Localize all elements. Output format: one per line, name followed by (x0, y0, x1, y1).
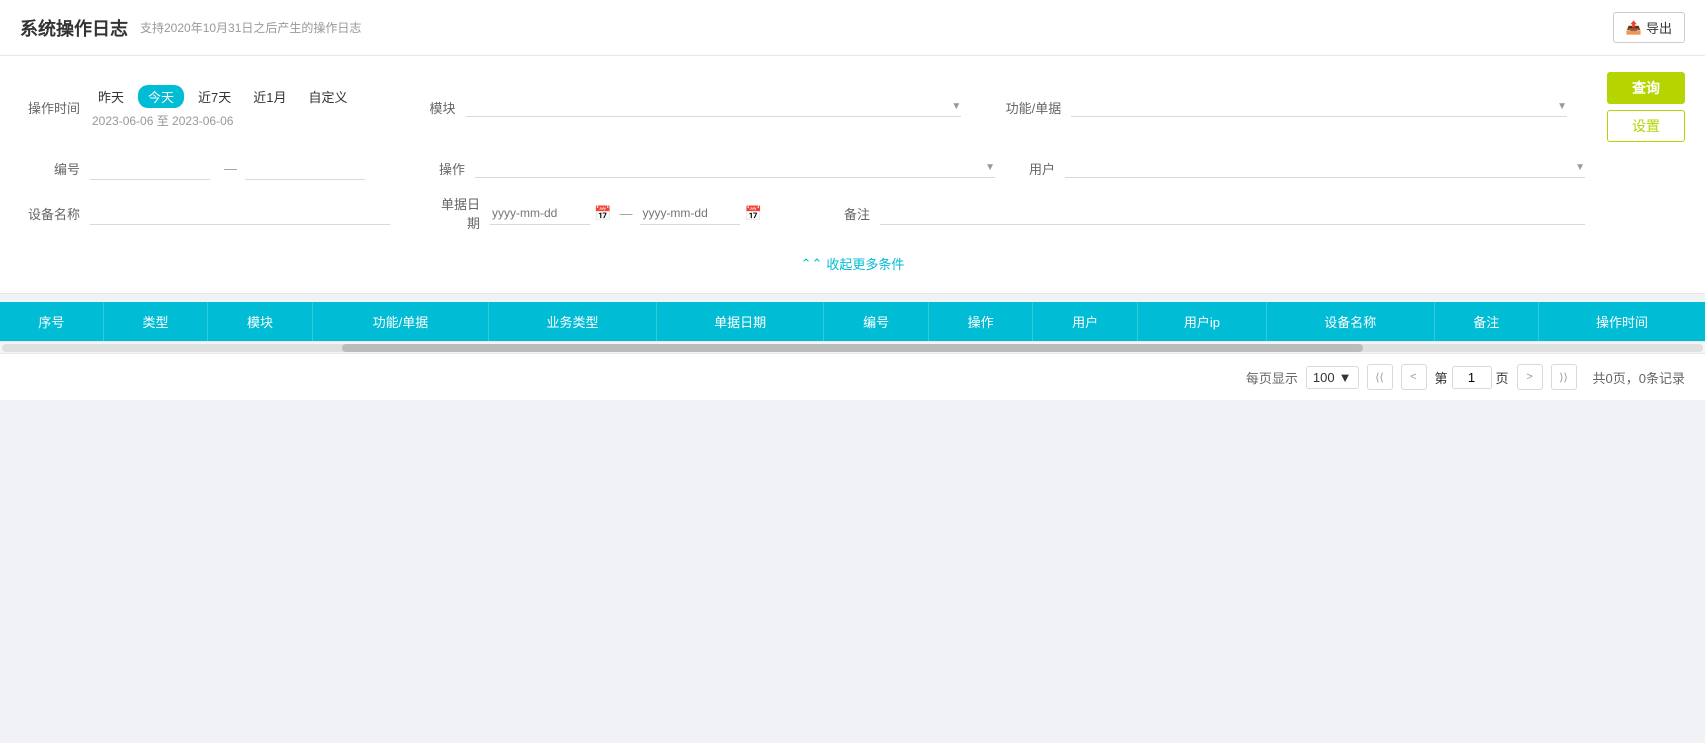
user-dropdown[interactable]: ▼ (1065, 158, 1585, 178)
number-input-start[interactable] (90, 156, 210, 180)
page-label: 第 (1435, 368, 1448, 387)
time-label: 操作时间 (20, 98, 90, 117)
function-arrow-icon: ▼ (1557, 101, 1567, 112)
first-page-button[interactable]: ⟨⟨ (1367, 364, 1393, 390)
calendar-end-icon[interactable]: 📅 (744, 205, 761, 222)
table-header-cell: 序号 (0, 302, 103, 341)
remark-label: 备注 (840, 204, 880, 223)
number-input-end[interactable] (245, 156, 365, 180)
page-suffix: 页 (1496, 368, 1509, 387)
collapse-chevron-icon: ⌃⌃ (801, 256, 823, 272)
time-btn-1month[interactable]: 近1月 (245, 85, 294, 108)
table-header: 序号类型模块功能/单据业务类型单据日期编号操作用户用户ip设备名称备注操作时间 (0, 302, 1705, 341)
time-btn-yesterday[interactable]: 昨天 (90, 85, 132, 108)
device-input[interactable] (90, 201, 390, 225)
time-range: 2023-06-06 至 2023-06-06 (92, 112, 356, 129)
page-title: 系统操作日志 (20, 15, 128, 41)
table-header-cell: 设备名称 (1266, 302, 1434, 341)
time-filter-group: 昨天 今天 近7天 近1月 自定义 2023-06-06 至 2023-06-0… (90, 85, 356, 129)
title-area: 系统操作日志 支持2020年10月31日之后产生的操作日志 (20, 15, 361, 41)
next-page-icon: > (1526, 371, 1532, 383)
date-input-start[interactable] (490, 202, 590, 225)
device-label: 设备名称 (20, 204, 90, 223)
table-header-cell: 编号 (824, 302, 928, 341)
number-label: 编号 (20, 159, 90, 178)
table-container: 序号类型模块功能/单据业务类型单据日期编号操作用户用户ip设备名称备注操作时间 (0, 302, 1705, 341)
table-header-cell: 类型 (103, 302, 207, 341)
filter-row-3: 设备名称 单据日期 📅 — 📅 备注 (20, 194, 1685, 232)
per-page-arrow-icon: ▼ (1339, 370, 1352, 385)
module-arrow-icon: ▼ (951, 101, 961, 112)
last-page-button[interactable]: ⟩⟩ (1551, 364, 1577, 390)
per-page-value: 100 (1313, 370, 1335, 385)
remark-input[interactable] (880, 201, 1585, 225)
operation-arrow-icon: ▼ (985, 162, 995, 173)
module-label: 模块 (396, 98, 466, 117)
page-number-input[interactable] (1452, 366, 1492, 389)
user-label: 用户 (1025, 159, 1065, 178)
first-page-icon: ⟨⟨ (1375, 371, 1384, 384)
table-header-row: 序号类型模块功能/单据业务类型单据日期编号操作用户用户ip设备名称备注操作时间 (0, 302, 1705, 341)
date-separator: — (615, 206, 636, 221)
query-button[interactable]: 查询 (1607, 72, 1685, 104)
time-btn-custom[interactable]: 自定义 (301, 85, 356, 108)
function-label: 功能/单据 (991, 98, 1071, 117)
settings-button[interactable]: 设置 (1607, 110, 1685, 142)
function-dropdown[interactable]: ▼ (1071, 97, 1567, 117)
table-header-cell: 用户ip (1137, 302, 1266, 341)
collapse-bar: ⌃⌃ 收起更多条件 (20, 246, 1685, 277)
time-btn-today[interactable]: 今天 (138, 85, 184, 108)
scrollbar-thumb[interactable] (342, 344, 1363, 352)
scrollbar-track (2, 344, 1703, 352)
calendar-start-icon[interactable]: 📅 (594, 205, 611, 222)
collapse-button[interactable]: ⌃⌃ 收起更多条件 (801, 254, 905, 273)
number-dash: — (216, 161, 245, 176)
export-icon: 📤 (1626, 20, 1642, 36)
table-header-cell: 业务类型 (489, 302, 657, 341)
total-label: 共0页，0条记录 (1593, 368, 1685, 387)
export-label: 导出 (1646, 18, 1672, 37)
data-table: 序号类型模块功能/单据业务类型单据日期编号操作用户用户ip设备名称备注操作时间 (0, 302, 1705, 341)
next-page-button[interactable]: > (1517, 364, 1543, 390)
date-input-end[interactable] (640, 202, 740, 225)
table-header-cell: 用户 (1033, 302, 1137, 341)
module-dropdown[interactable]: ▼ (466, 97, 962, 117)
page-subtitle: 支持2020年10月31日之后产生的操作日志 (140, 19, 361, 36)
table-header-cell: 单据日期 (656, 302, 824, 341)
user-arrow-icon: ▼ (1575, 162, 1585, 173)
filter-row-2: 编号 — 操作 ▼ 用户 ▼ (20, 156, 1685, 180)
table-header-cell: 操作时间 (1539, 302, 1705, 341)
table-header-cell: 操作 (928, 302, 1032, 341)
page-input-group: 第 页 (1435, 366, 1509, 389)
collapse-label: 收起更多条件 (826, 254, 904, 273)
scrollbar-area[interactable] (0, 341, 1705, 353)
pagination-area: 每页显示 100 ▼ ⟨⟨ < 第 页 > ⟩⟩ 共0页，0条记录 (0, 353, 1705, 400)
time-btn-7days[interactable]: 近7天 (190, 85, 239, 108)
last-page-icon: ⟩⟩ (1559, 371, 1568, 384)
per-page-select[interactable]: 100 ▼ (1306, 366, 1359, 389)
table-header-cell: 备注 (1434, 302, 1538, 341)
filter-row-1: 操作时间 昨天 今天 近7天 近1月 自定义 2023-06-06 至 2023… (20, 72, 1685, 142)
per-page-label: 每页显示 (1246, 368, 1298, 387)
time-buttons: 昨天 今天 近7天 近1月 自定义 (90, 85, 356, 108)
operation-dropdown[interactable]: ▼ (475, 158, 995, 178)
voucher-date-label: 单据日期 (430, 194, 490, 232)
table-header-cell: 功能/单据 (312, 302, 488, 341)
prev-page-icon: < (1410, 371, 1416, 383)
action-buttons: 查询 设置 (1607, 72, 1685, 142)
table-header-cell: 模块 (208, 302, 312, 341)
operation-label: 操作 (405, 159, 475, 178)
page-header: 系统操作日志 支持2020年10月31日之后产生的操作日志 📤 导出 (0, 0, 1705, 56)
date-input-group: 📅 — 📅 (490, 202, 810, 225)
filter-area: 操作时间 昨天 今天 近7天 近1月 自定义 2023-06-06 至 2023… (0, 56, 1705, 294)
prev-page-button[interactable]: < (1401, 364, 1427, 390)
export-button[interactable]: 📤 导出 (1613, 12, 1685, 43)
